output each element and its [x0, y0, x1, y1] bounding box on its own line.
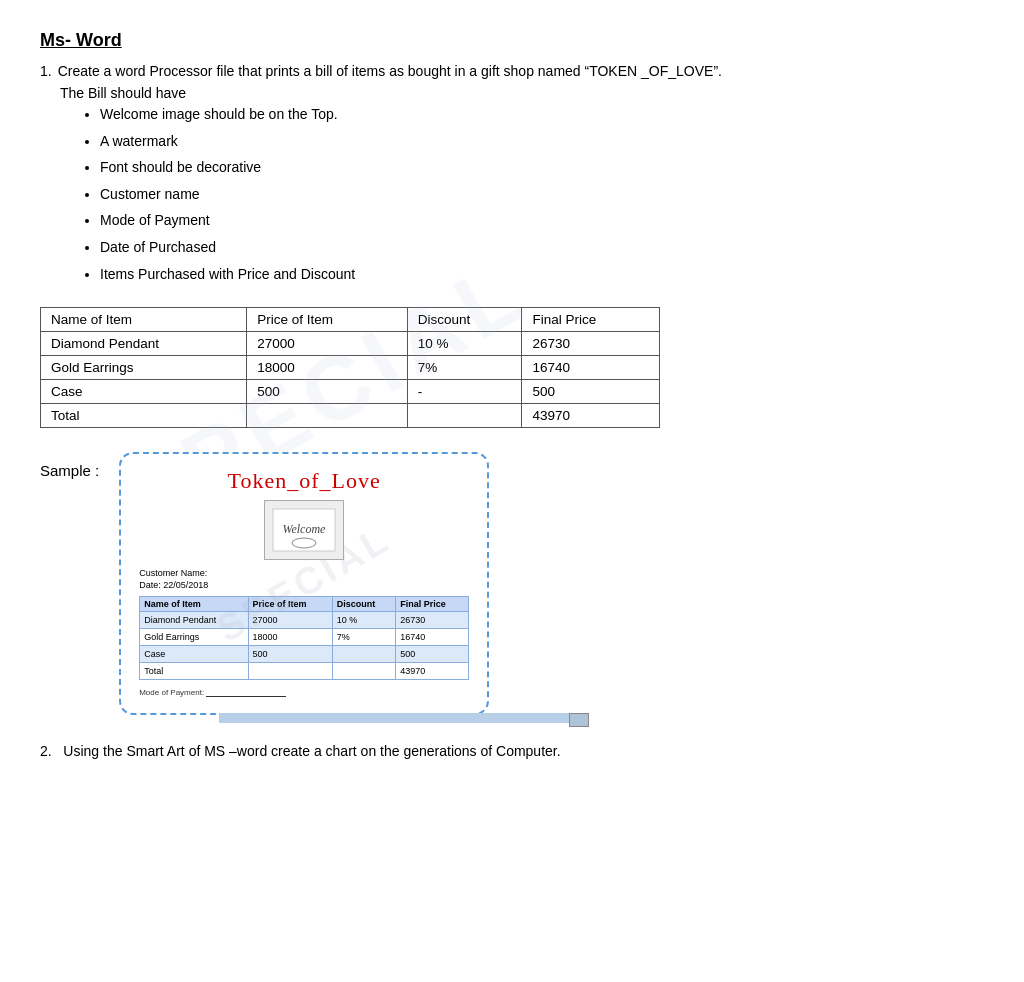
- item-discount-3: -: [407, 380, 522, 404]
- q1-intro-text: Create a word Processor file that prints…: [58, 63, 722, 79]
- total-final: 43970: [522, 404, 660, 428]
- r-total-discount: [332, 663, 396, 680]
- welcome-svg: Welcome: [265, 501, 343, 559]
- item-discount-1: 10 %: [407, 332, 522, 356]
- question2-block: 2. Using the Smart Art of MS –word creat…: [40, 743, 984, 759]
- receipt-date: Date: 22/05/2018: [139, 580, 469, 590]
- r-item-discount-1: 10 %: [332, 612, 396, 629]
- q2-text: Using the Smart Art of MS –word create a…: [63, 743, 560, 759]
- welcome-image: Welcome: [264, 500, 344, 560]
- col-price-header: Price of Item: [247, 308, 407, 332]
- item-final-3: 500: [522, 380, 660, 404]
- item-final-2: 16740: [522, 356, 660, 380]
- r-item-final-1: 26730: [396, 612, 469, 629]
- bullet-list: Welcome image should be on the Top. A wa…: [60, 101, 984, 287]
- bill-desc: The Bill should have Welcome image shoul…: [60, 85, 984, 287]
- total-label: Total: [41, 404, 247, 428]
- receipt-table-header: Name of Item Price of Item Discount Fina…: [140, 597, 469, 612]
- bullet-date: Date of Purchased: [100, 234, 984, 261]
- question1-block: 1. Create a word Processor file that pri…: [40, 63, 984, 287]
- r-col-name: Name of Item: [140, 597, 248, 612]
- r-total-label: Total: [140, 663, 248, 680]
- item-discount-2: 7%: [407, 356, 522, 380]
- mode-line: [206, 696, 286, 697]
- r-col-discount: Discount: [332, 597, 396, 612]
- table-header-row: Name of Item Price of Item Discount Fina…: [41, 308, 660, 332]
- receipt-row: Diamond Pendant 27000 10 % 26730: [140, 612, 469, 629]
- svg-text:Welcome: Welcome: [283, 522, 327, 536]
- bullet-mode: Mode of Payment: [100, 207, 984, 234]
- r-total-price: [248, 663, 332, 680]
- col-discount-header: Discount: [407, 308, 522, 332]
- bill-subtitle: The Bill should have: [60, 85, 984, 101]
- bullet-font: Font should be decorative: [100, 154, 984, 181]
- receipt-table: Name of Item Price of Item Discount Fina…: [139, 596, 469, 680]
- sample-section: Sample : SPECIAL Token_of_Love Welcome: [40, 452, 984, 723]
- page-title: Ms- Word: [40, 30, 984, 51]
- table-row: Case 500 - 500: [41, 380, 660, 404]
- mode-label: Mode of Payment:: [139, 688, 204, 697]
- receipt-row: Case 500 500: [140, 646, 469, 663]
- r-item-name-2: Gold Earrings: [140, 629, 248, 646]
- item-name-2: Gold Earrings: [41, 356, 247, 380]
- col-name-header: Name of Item: [41, 308, 247, 332]
- receipt-title: Token_of_Love: [139, 468, 469, 494]
- r-item-discount-3: [332, 646, 396, 663]
- q1-number: 1.: [40, 63, 52, 79]
- receipt-customer-label: Customer Name:: [139, 568, 469, 578]
- table-row: Gold Earrings 18000 7% 16740: [41, 356, 660, 380]
- sample-label: Sample :: [40, 462, 99, 479]
- question1-intro: 1. Create a word Processor file that pri…: [40, 63, 984, 79]
- item-name-3: Case: [41, 380, 247, 404]
- bullet-items: Items Purchased with Price and Discount: [100, 261, 984, 288]
- scrollbar-indicator[interactable]: [569, 713, 589, 727]
- r-col-final: Final Price: [396, 597, 469, 612]
- receipt-card: SPECIAL Token_of_Love Welcome Customer N…: [119, 452, 489, 715]
- receipt-row: Gold Earrings 18000 7% 16740: [140, 629, 469, 646]
- bottom-scrollbar-bar: [219, 713, 589, 723]
- welcome-text: Welcome: [265, 501, 343, 559]
- r-item-name-3: Case: [140, 646, 248, 663]
- r-item-name-1: Diamond Pendant: [140, 612, 248, 629]
- q2-number: 2.: [40, 743, 52, 759]
- table-row: Diamond Pendant 27000 10 % 26730: [41, 332, 660, 356]
- r-item-final-2: 16740: [396, 629, 469, 646]
- total-discount: [407, 404, 522, 428]
- receipt-total-row: Total 43970: [140, 663, 469, 680]
- total-price: [247, 404, 407, 428]
- item-price-2: 18000: [247, 356, 407, 380]
- col-final-header: Final Price: [522, 308, 660, 332]
- items-table: Name of Item Price of Item Discount Fina…: [40, 307, 660, 428]
- bullet-welcome: Welcome image should be on the Top.: [100, 101, 984, 128]
- r-item-price-3: 500: [248, 646, 332, 663]
- r-item-price-2: 18000: [248, 629, 332, 646]
- r-item-final-3: 500: [396, 646, 469, 663]
- bullet-customer: Customer name: [100, 181, 984, 208]
- r-total-final: 43970: [396, 663, 469, 680]
- item-final-1: 26730: [522, 332, 660, 356]
- item-price-3: 500: [247, 380, 407, 404]
- bullet-watermark: A watermark: [100, 128, 984, 155]
- r-col-price: Price of Item: [248, 597, 332, 612]
- r-item-price-1: 27000: [248, 612, 332, 629]
- receipt-mode: Mode of Payment:: [139, 688, 469, 697]
- item-price-1: 27000: [247, 332, 407, 356]
- item-name-1: Diamond Pendant: [41, 332, 247, 356]
- table-row-total: Total 43970: [41, 404, 660, 428]
- r-item-discount-2: 7%: [332, 629, 396, 646]
